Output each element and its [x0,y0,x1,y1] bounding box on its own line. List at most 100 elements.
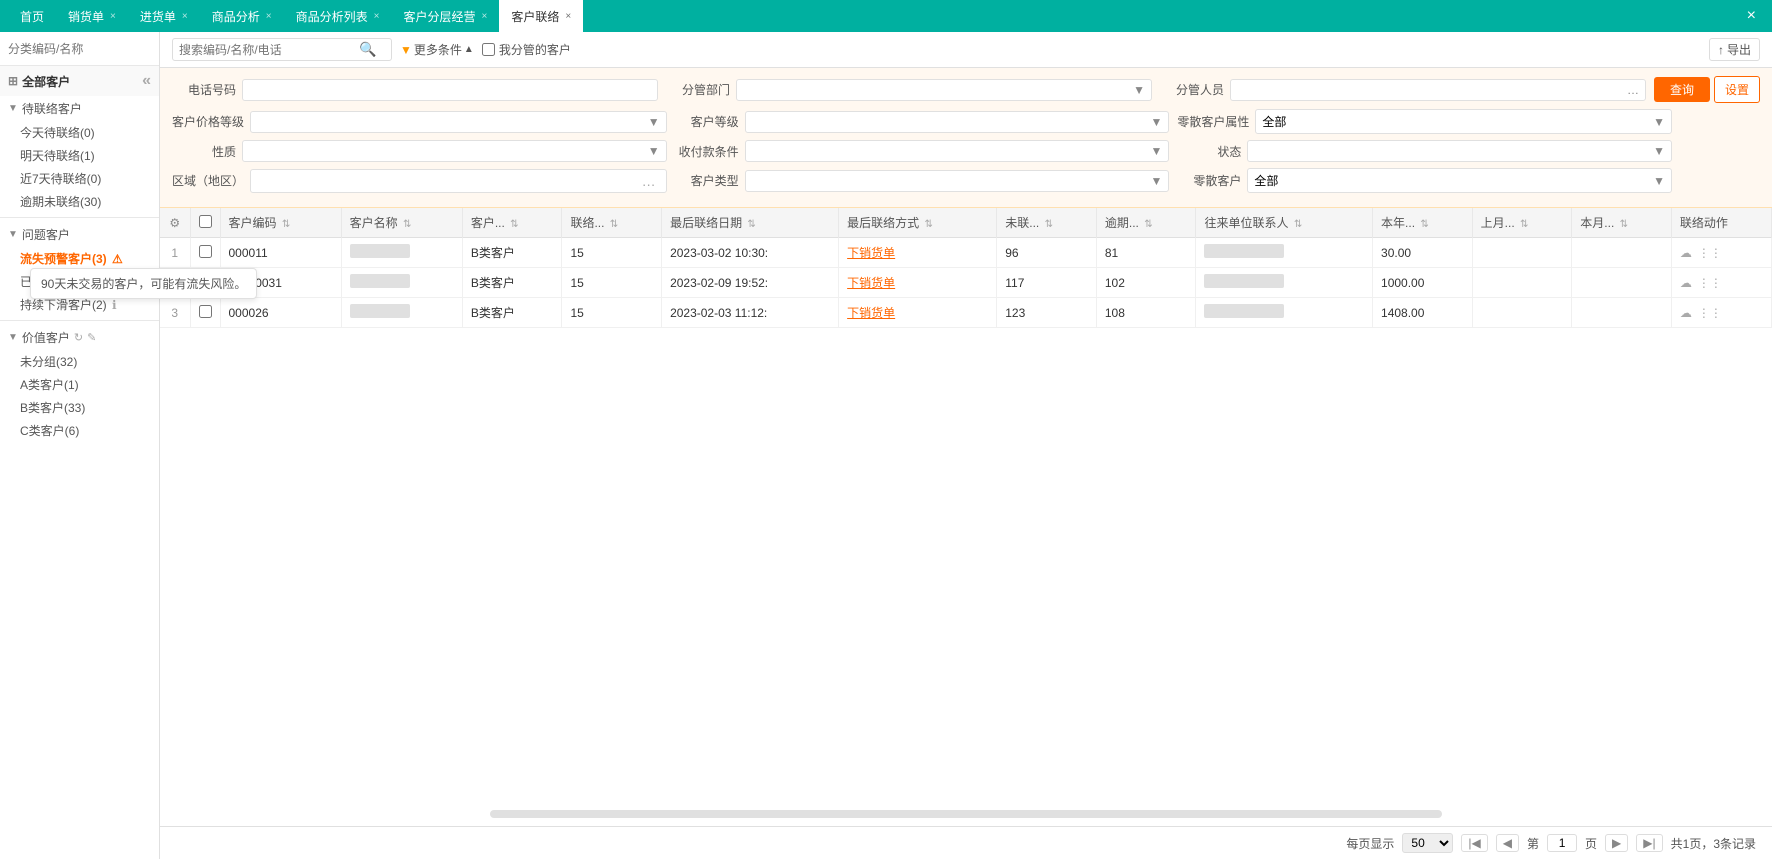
col-type[interactable]: 客户... ⇅ [462,208,562,238]
filter-status-select[interactable]: ▼ [1247,140,1672,162]
nav-customer-contact[interactable]: 客户联络 × [499,0,583,32]
sidebar-group-value[interactable]: ▼ 价值客户 ↻ ✎ [0,325,159,350]
page-size-select[interactable]: 50 100 [1402,833,1453,853]
col-contact[interactable]: 联络... ⇅ [562,208,662,238]
nav-product-analysis[interactable]: 商品分析 × [200,0,284,32]
edit-icon[interactable]: ✎ [87,331,96,344]
close-purchase-order-icon[interactable]: × [182,11,188,22]
col-uncontacted[interactable]: 未联... ⇅ [997,208,1097,238]
page-input[interactable] [1547,834,1577,852]
filter-retail-customer-select[interactable]: 全部 ▼ [1247,168,1672,193]
filter-phone-input[interactable] [242,79,658,101]
contact-action-icon-1[interactable]: ☁ [1680,246,1692,260]
select-all-checkbox[interactable] [199,215,212,228]
row-checkbox-3[interactable] [199,305,212,318]
filter-nature-select[interactable]: ▼ [242,140,667,162]
row-check-3[interactable] [190,298,220,328]
first-page-btn[interactable]: |◀ [1461,834,1487,852]
close-product-analysis-icon[interactable]: × [266,11,272,22]
export-btn[interactable]: ↑ 导出 [1709,38,1760,61]
row-date-3: 2023-02-03 11:12: [662,298,839,328]
sidebar-group-pending[interactable]: ▼ 待联络客户 [0,96,159,121]
sidebar-group-problem[interactable]: ▼ 问题客户 [0,222,159,247]
sidebar-item-class-c[interactable]: C类客户(6) [0,419,159,442]
more-action-icon-2[interactable]: ⋮⋮ [1698,276,1722,290]
sidebar-search-input[interactable] [8,42,160,56]
method-link-1[interactable]: 下销货单 [847,246,895,260]
horizontal-scrollbar[interactable] [490,810,1443,818]
sidebar-item-tomorrow-contact[interactable]: 明天待联络(1) [0,144,159,167]
prev-page-btn[interactable]: ◀ [1496,834,1519,852]
filter-customer-type-select[interactable]: ▼ [745,170,1170,192]
row-method-3[interactable]: 下销货单 [839,298,997,328]
refresh-icon[interactable]: ↻ [74,331,83,344]
top-nav: 首页 销货单 × 进货单 × 商品分析 × 商品分析列表 × 客户分层经营 × … [0,0,1772,32]
filter-payment-select[interactable]: ▼ [745,140,1170,162]
row-method-1[interactable]: 下销货单 [839,238,997,268]
next-page-btn[interactable]: ▶ [1605,834,1628,852]
col-overdue[interactable]: 逾期... ⇅ [1096,208,1196,238]
row-check-1[interactable] [190,238,220,268]
row-action-3[interactable]: ☁ ⋮⋮ [1671,298,1771,328]
sidebar-item-churn-warning[interactable]: 流失预警客户(3) ⚠ [0,247,159,270]
nav-purchase-order[interactable]: 进货单 × [128,0,200,32]
search-input[interactable] [179,43,359,57]
sidebar-collapse-icon[interactable]: « [142,72,151,90]
col-last-month[interactable]: 上月... ⇅ [1472,208,1572,238]
nav-customer-segments[interactable]: 客户分层经营 × [391,0,499,32]
filter-region-select[interactable]: … [250,169,667,193]
sidebar-item-class-b[interactable]: B类客户(33) [0,396,159,419]
row-checkbox-1[interactable] [199,245,212,258]
action-icons-1[interactable]: ☁ ⋮⋮ [1680,246,1763,260]
contact-action-icon-2[interactable]: ☁ [1680,276,1692,290]
row-uncontacted-1: 96 [997,238,1097,268]
col-last-date[interactable]: 最后联络日期 ⇅ [662,208,839,238]
more-conditions-btn[interactable]: ▼ 更多条件 ▲ [400,41,474,58]
more-action-icon-3[interactable]: ⋮⋮ [1698,306,1722,320]
contact-action-icon-3[interactable]: ☁ [1680,306,1692,320]
sidebar-item-overdue-contact[interactable]: 逾期未联络(30) [0,190,159,213]
my-customers-toggle[interactable]: 我分管的客户 [482,41,571,58]
filter-manager-select[interactable]: … [1230,79,1646,101]
my-customers-checkbox[interactable] [482,43,495,56]
sidebar-item-7days-contact[interactable]: 近7天待联络(0) [0,167,159,190]
close-sales-order-icon[interactable]: × [110,11,116,22]
more-action-icon-1[interactable]: ⋮⋮ [1698,246,1722,260]
filter-customer-level-select[interactable]: ▼ [745,111,1170,133]
filter-retail-attr-select[interactable]: 全部 ▼ [1255,109,1672,134]
col-checkbox[interactable] [190,208,220,238]
nav-home[interactable]: 首页 [8,0,56,32]
col-this-month[interactable]: 本月... ⇅ [1572,208,1672,238]
method-link-2[interactable]: 下销货单 [847,276,895,290]
col-contact-person[interactable]: 往来单位联系人 ⇅ [1196,208,1373,238]
query-button[interactable]: 查询 [1654,77,1710,102]
action-icons-2[interactable]: ☁ ⋮⋮ [1680,276,1763,290]
col-this-year[interactable]: 本年... ⇅ [1373,208,1473,238]
close-customer-contact-icon[interactable]: × [565,11,571,22]
warning-icon: ⚠ [112,252,123,266]
sidebar-item-ungrouped[interactable]: 未分组(32) [0,350,159,373]
row-action-2[interactable]: ☁ ⋮⋮ [1671,268,1771,298]
filter-price-level-select[interactable]: ▼ [250,111,667,133]
close-product-analysis-list-icon[interactable]: × [374,11,380,22]
col-gear[interactable]: ⚙ [160,208,190,238]
region-dots-icon[interactable]: … [638,173,660,189]
sidebar-item-class-a[interactable]: A类客户(1) [0,373,159,396]
filter-dept-select[interactable]: ▼ [736,79,1152,101]
nav-product-analysis-list[interactable]: 商品分析列表 × [284,0,392,32]
search-btn[interactable]: 🔍 [359,41,376,58]
sidebar-item-today-contact[interactable]: 今天待联络(0) [0,121,159,144]
settings-button[interactable]: 设置 [1714,76,1760,103]
col-code[interactable]: 客户编码 ⇅ [220,208,341,238]
close-customer-segments-icon[interactable]: × [481,11,487,22]
sort-this-year-icon: ⇅ [1420,219,1428,230]
last-page-btn[interactable]: ▶| [1636,834,1662,852]
col-last-method[interactable]: 最后联络方式 ⇅ [839,208,997,238]
close-all-btn[interactable]: × [1739,7,1764,25]
col-name[interactable]: 客户名称 ⇅ [341,208,462,238]
action-icons-3[interactable]: ☁ ⋮⋮ [1680,306,1763,320]
nav-sales-order[interactable]: 销货单 × [56,0,128,32]
row-action-1[interactable]: ☁ ⋮⋮ [1671,238,1771,268]
row-method-2[interactable]: 下销货单 [839,268,997,298]
method-link-3[interactable]: 下销货单 [847,306,895,320]
